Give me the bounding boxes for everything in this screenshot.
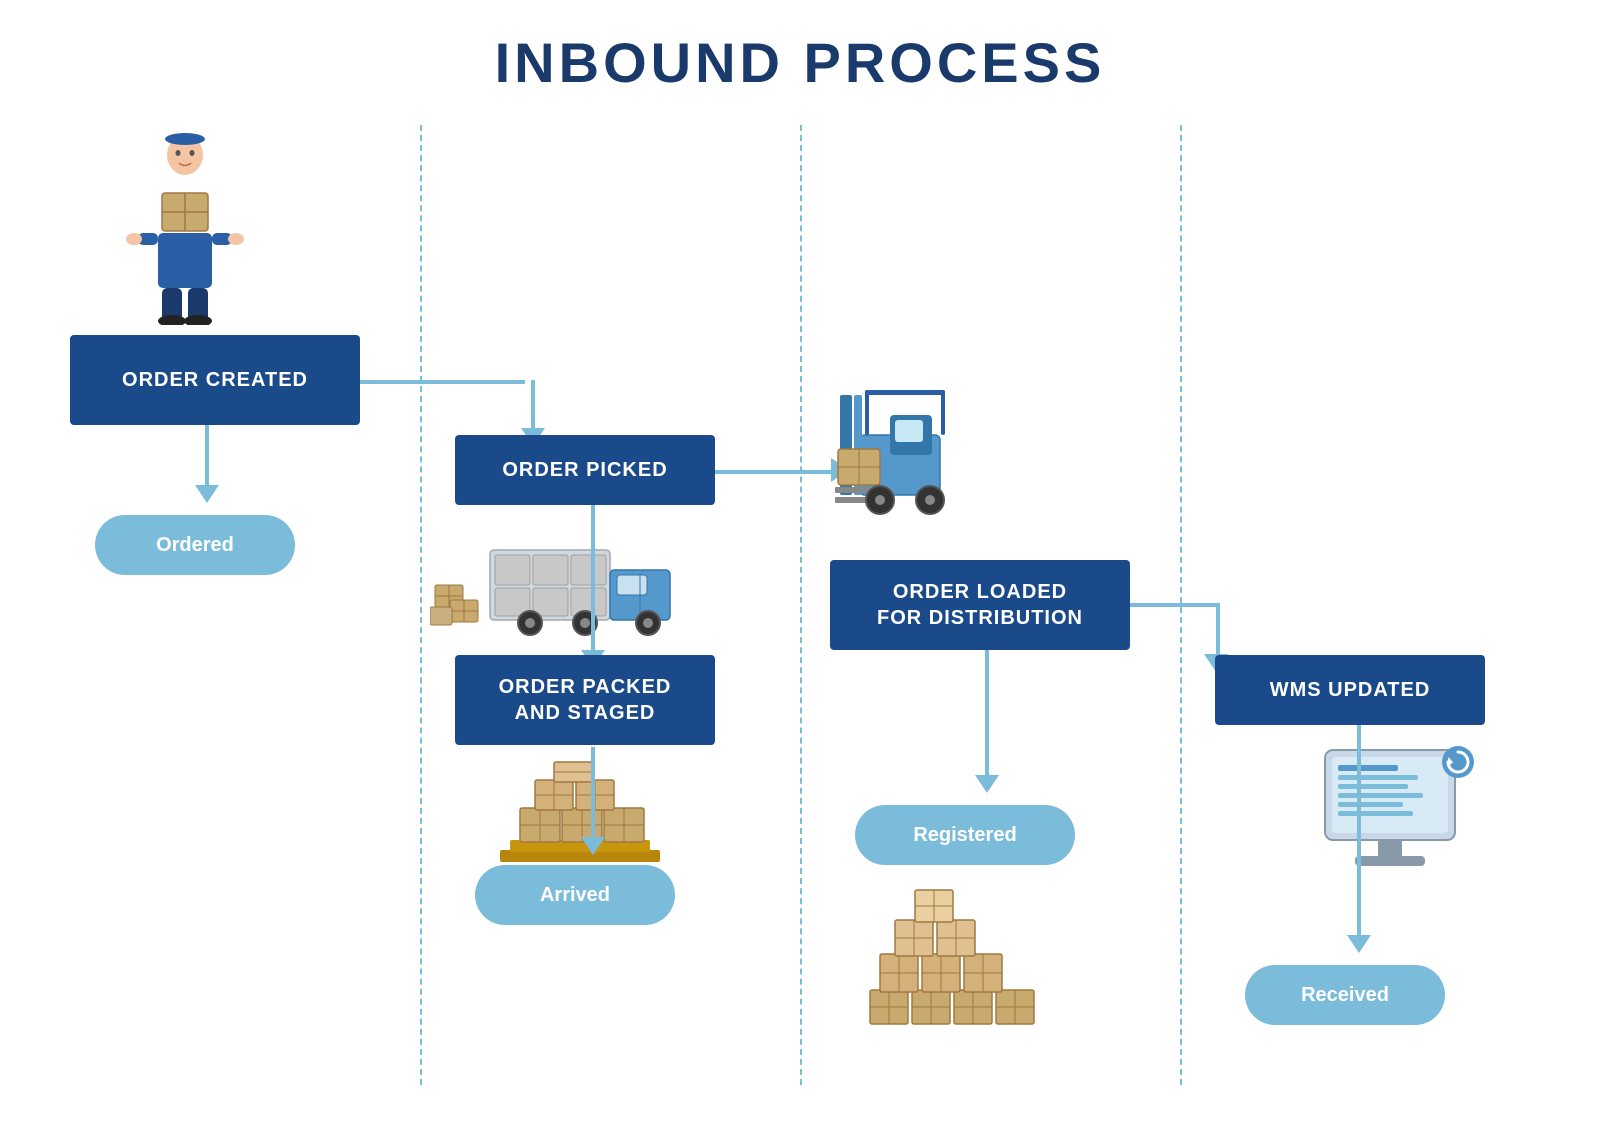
arrow-packed-to-arrived — [581, 747, 605, 855]
arrow-created-to-ordered — [195, 425, 219, 503]
diagram: ORDER CREATED Ordered ORDER PICKED — [40, 125, 1560, 1085]
pallet-illustration — [480, 760, 680, 880]
order-loaded-box: ORDER LOADED FOR DISTRIBUTION — [830, 560, 1130, 650]
arrow-wms-to-received — [1347, 725, 1371, 953]
arrow-picked-to-packed — [581, 505, 605, 668]
received-oval: Received — [1245, 965, 1445, 1025]
page: INBOUND PROCESS — [0, 0, 1600, 1131]
computer-illustration — [1310, 740, 1490, 880]
divider-2 — [800, 125, 802, 1085]
forklift-illustration — [830, 375, 990, 535]
boxes-stack-illustration — [860, 880, 1060, 1040]
order-picked-box: ORDER PICKED — [455, 435, 715, 505]
ordered-oval: Ordered — [95, 515, 295, 575]
arrow-h-loaded-wms — [1130, 603, 1220, 607]
order-created-box: ORDER CREATED — [70, 335, 360, 425]
arrived-oval: Arrived — [475, 865, 675, 925]
registered-oval: Registered — [855, 805, 1075, 865]
divider-1 — [420, 125, 422, 1085]
person-illustration — [120, 125, 250, 325]
arrow-h-created-picked — [360, 380, 525, 384]
wms-updated-box: WMS UPDATED — [1215, 655, 1485, 725]
arrow-h-picked-loaded — [715, 470, 835, 474]
arrow-v-loaded-wms — [1216, 603, 1220, 658]
page-title: INBOUND PROCESS — [40, 30, 1560, 95]
order-packed-box: ORDER PACKED AND STAGED — [455, 655, 715, 745]
arrow-loaded-to-registered — [975, 650, 999, 793]
truck-illustration — [430, 520, 690, 650]
